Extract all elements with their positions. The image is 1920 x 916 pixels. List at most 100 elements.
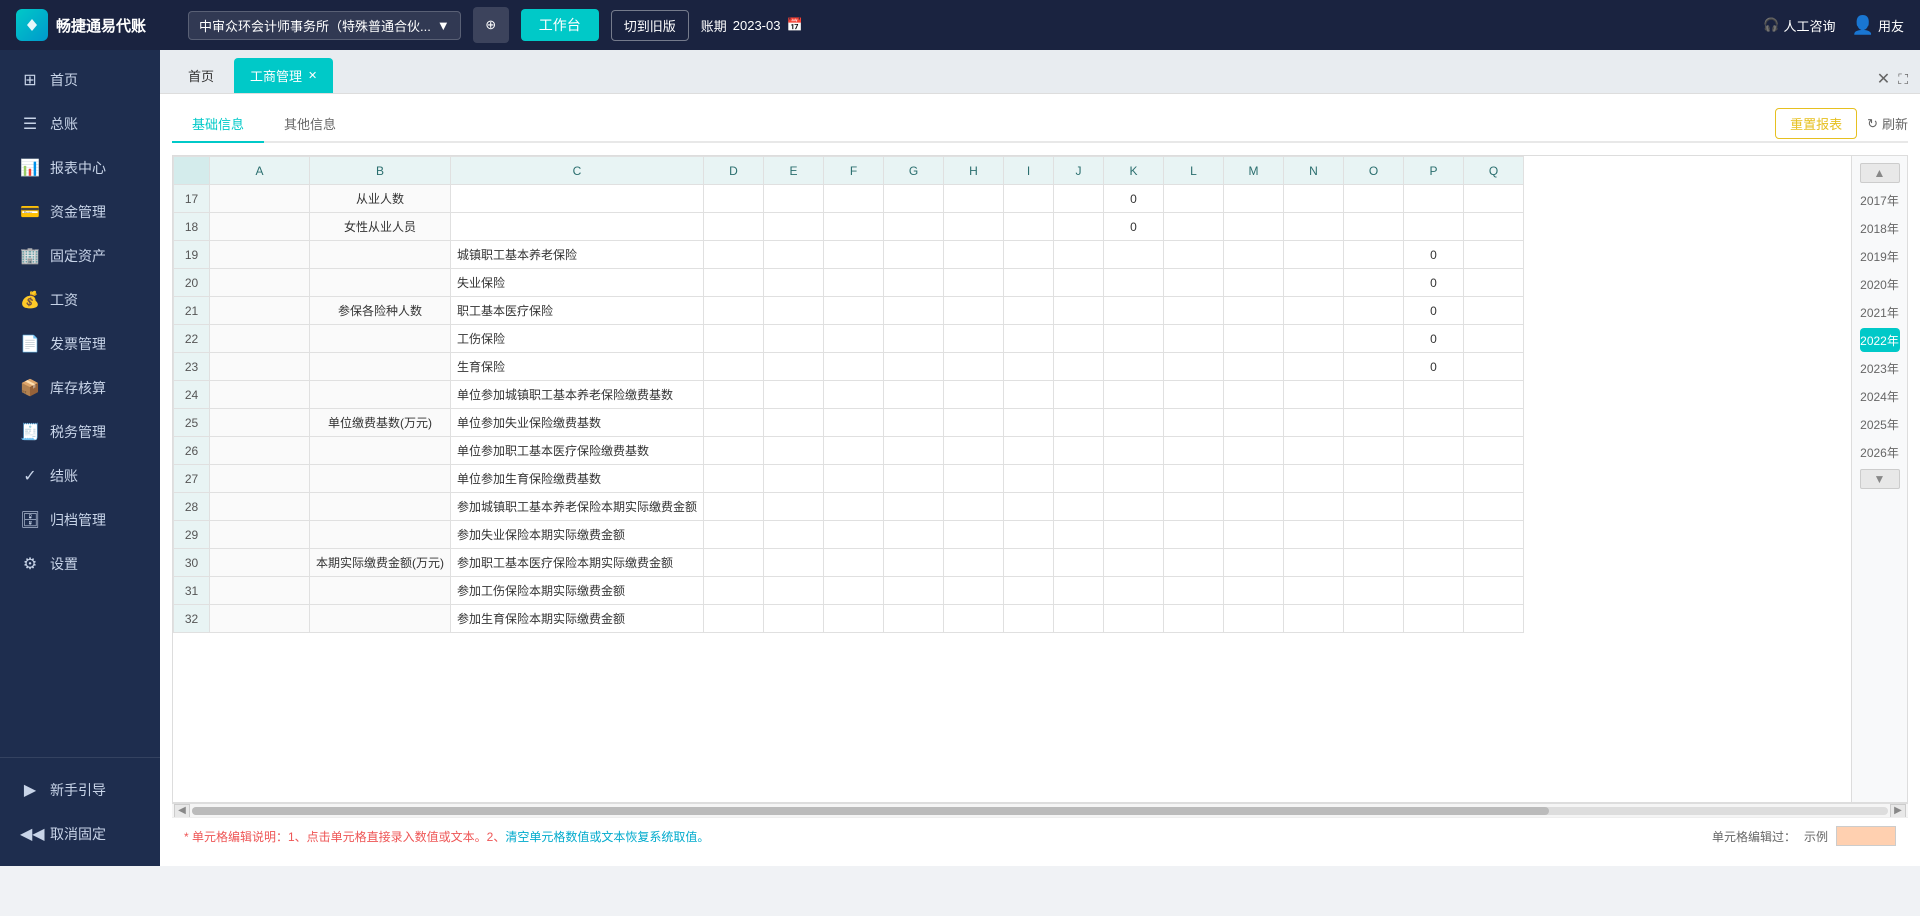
cell-19-i[interactable] [1004, 241, 1054, 269]
cell-25-g[interactable] [884, 409, 944, 437]
cell-19-g[interactable] [884, 241, 944, 269]
cell-18-a[interactable] [210, 213, 310, 241]
cell-31-e[interactable] [764, 577, 824, 605]
sidebar-item-newbie[interactable]: ▶ 新手引导 [0, 768, 160, 812]
cell-28-q[interactable] [1464, 493, 1524, 521]
cell-29-k[interactable] [1104, 521, 1164, 549]
cell-20-q[interactable] [1464, 269, 1524, 297]
cell-28-i[interactable] [1004, 493, 1054, 521]
cell-29-a[interactable] [210, 521, 310, 549]
cell-25-i[interactable] [1004, 409, 1054, 437]
cell-26-d[interactable] [704, 437, 764, 465]
cell-24-c[interactable]: 单位参加城镇职工基本养老保险缴费基数 [451, 381, 704, 409]
cell-20-f[interactable] [824, 269, 884, 297]
cell-19-o[interactable] [1344, 241, 1404, 269]
cell-32-m[interactable] [1224, 605, 1284, 633]
cell-32-e[interactable] [764, 605, 824, 633]
cell-17-n[interactable] [1284, 185, 1344, 213]
year-2019-button[interactable]: 2019年 [1860, 244, 1900, 268]
cell-20-c[interactable]: 失业保险 [451, 269, 704, 297]
cell-19-c[interactable]: 城镇职工基本养老保险 [451, 241, 704, 269]
cell-19-m[interactable] [1224, 241, 1284, 269]
cell-24-p[interactable] [1404, 381, 1464, 409]
cell-17-b[interactable]: 从业人数 [310, 185, 451, 213]
cell-30-h[interactable] [944, 549, 1004, 577]
cell-29-m[interactable] [1224, 521, 1284, 549]
cell-23-q[interactable] [1464, 353, 1524, 381]
cell-20-n[interactable] [1284, 269, 1344, 297]
tab-home[interactable]: 首页 [172, 58, 230, 93]
cell-18-o[interactable] [1344, 213, 1404, 241]
cell-22-c[interactable]: 工伤保险 [451, 325, 704, 353]
cell-22-f[interactable] [824, 325, 884, 353]
cell-28-k[interactable] [1104, 493, 1164, 521]
cell-25-q[interactable] [1464, 409, 1524, 437]
cell-18-m[interactable] [1224, 213, 1284, 241]
cell-21-i[interactable] [1004, 297, 1054, 325]
cell-19-h[interactable] [944, 241, 1004, 269]
cell-24-a[interactable] [210, 381, 310, 409]
cell-23-p[interactable]: 0 [1404, 353, 1464, 381]
sidebar-item-closing[interactable]: ✓ 结账 [0, 454, 160, 498]
cell-29-o[interactable] [1344, 521, 1404, 549]
year-2018-button[interactable]: 2018年 [1860, 216, 1900, 240]
cell-18-f[interactable] [824, 213, 884, 241]
cell-18-d[interactable] [704, 213, 764, 241]
cell-32-i[interactable] [1004, 605, 1054, 633]
cell-21-f[interactable] [824, 297, 884, 325]
cell-21-n[interactable] [1284, 297, 1344, 325]
cell-22-i[interactable] [1004, 325, 1054, 353]
cell-27-g[interactable] [884, 465, 944, 493]
cell-28-n[interactable] [1284, 493, 1344, 521]
cell-30-d[interactable] [704, 549, 764, 577]
cell-26-n[interactable] [1284, 437, 1344, 465]
cell-25-d[interactable] [704, 409, 764, 437]
cell-19-e[interactable] [764, 241, 824, 269]
cell-27-k[interactable] [1104, 465, 1164, 493]
cell-21-e[interactable] [764, 297, 824, 325]
scroll-track[interactable] [192, 807, 1888, 815]
cell-29-n[interactable] [1284, 521, 1344, 549]
cell-26-h[interactable] [944, 437, 1004, 465]
sidebar-item-report[interactable]: 📊 报表中心 [0, 146, 160, 190]
sidebar-item-ledger[interactable]: ☰ 总账 [0, 102, 160, 146]
cell-25-k[interactable] [1104, 409, 1164, 437]
cell-26-q[interactable] [1464, 437, 1524, 465]
cell-17-j[interactable] [1054, 185, 1104, 213]
cell-23-l[interactable] [1164, 353, 1224, 381]
cell-30-g[interactable] [884, 549, 944, 577]
cell-18-n[interactable] [1284, 213, 1344, 241]
cell-29-b[interactable] [310, 521, 451, 549]
cell-21-c[interactable]: 职工基本医疗保险 [451, 297, 704, 325]
cell-27-n[interactable] [1284, 465, 1344, 493]
cell-20-m[interactable] [1224, 269, 1284, 297]
cell-26-m[interactable] [1224, 437, 1284, 465]
cell-31-g[interactable] [884, 577, 944, 605]
cell-17-f[interactable] [824, 185, 884, 213]
cell-27-c[interactable]: 单位参加生育保险缴费基数 [451, 465, 704, 493]
user-area[interactable]: 👤 用友 [1852, 15, 1904, 36]
cell-17-g[interactable] [884, 185, 944, 213]
year-scroll-down-button[interactable]: ▼ [1860, 469, 1900, 489]
cell-32-h[interactable] [944, 605, 1004, 633]
cell-22-h[interactable] [944, 325, 1004, 353]
cell-31-n[interactable] [1284, 577, 1344, 605]
cell-21-h[interactable] [944, 297, 1004, 325]
cell-24-h[interactable] [944, 381, 1004, 409]
cell-22-n[interactable] [1284, 325, 1344, 353]
cell-17-m[interactable] [1224, 185, 1284, 213]
cell-31-o[interactable] [1344, 577, 1404, 605]
cell-24-k[interactable] [1104, 381, 1164, 409]
cell-18-h[interactable] [944, 213, 1004, 241]
cell-20-o[interactable] [1344, 269, 1404, 297]
cell-31-b[interactable] [310, 577, 451, 605]
cell-26-j[interactable] [1054, 437, 1104, 465]
cell-30-n[interactable] [1284, 549, 1344, 577]
cell-28-h[interactable] [944, 493, 1004, 521]
cell-20-a[interactable] [210, 269, 310, 297]
cell-26-b[interactable] [310, 437, 451, 465]
cell-27-q[interactable] [1464, 465, 1524, 493]
cell-19-p[interactable]: 0 [1404, 241, 1464, 269]
cell-26-o[interactable] [1344, 437, 1404, 465]
cell-20-j[interactable] [1054, 269, 1104, 297]
